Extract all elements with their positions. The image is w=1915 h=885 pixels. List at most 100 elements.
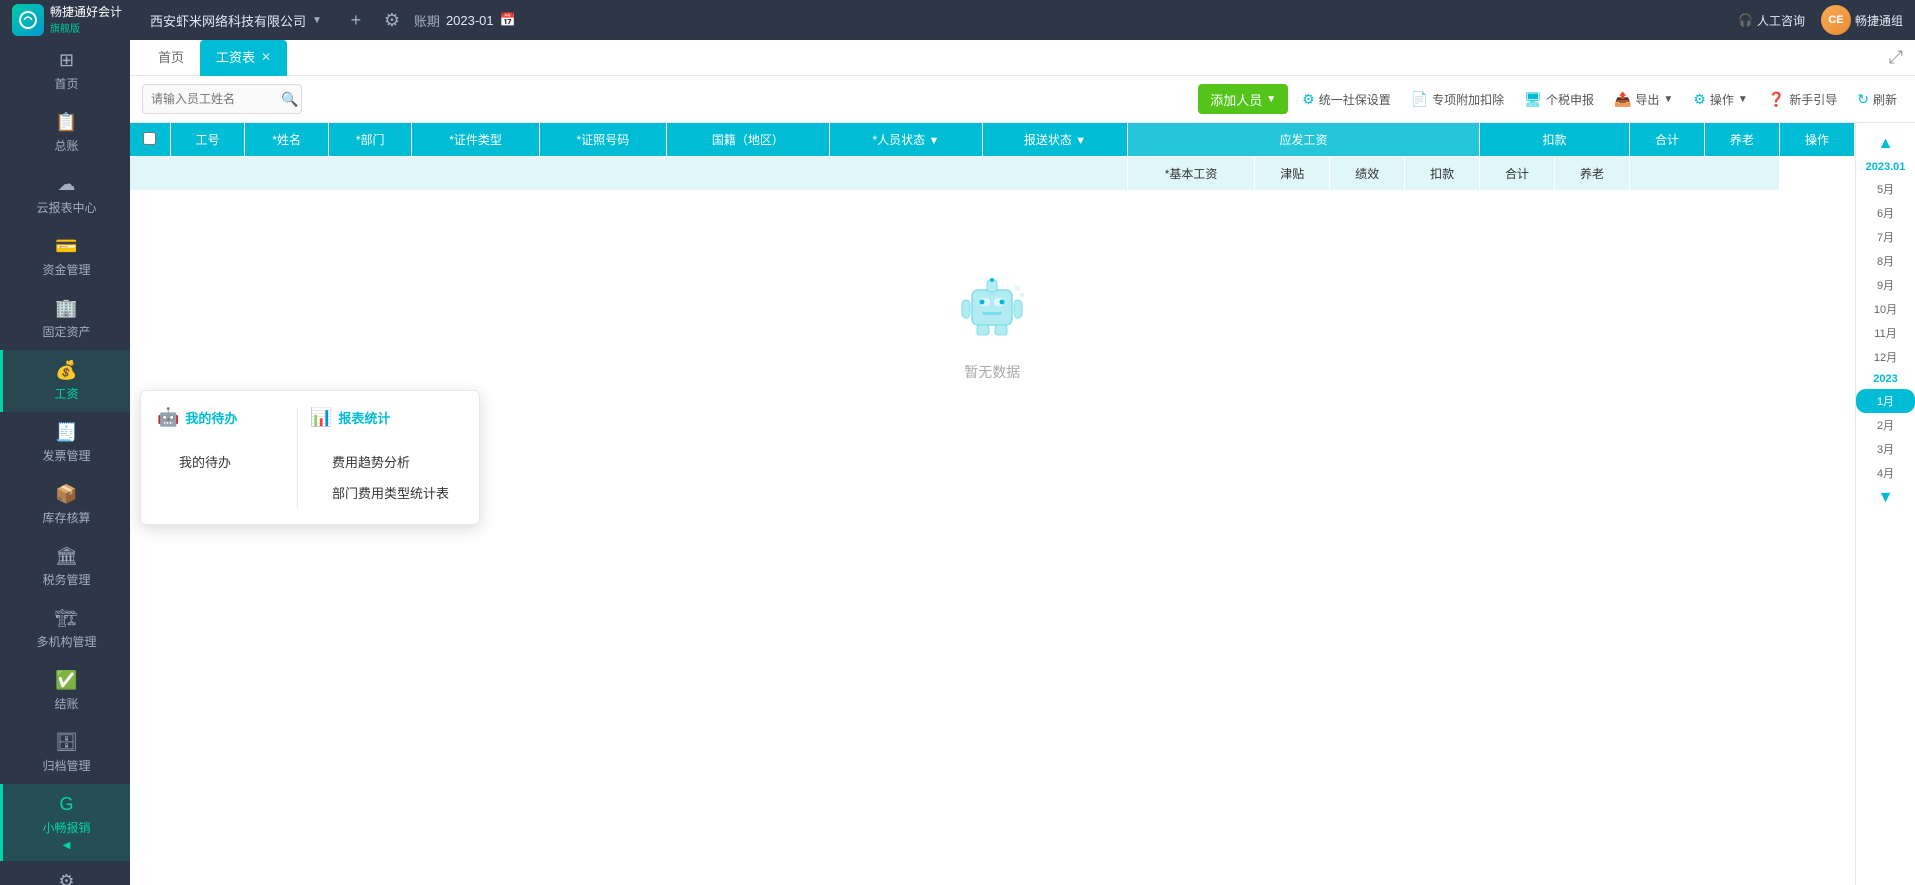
maximize-icon[interactable]: ⤢ — [1889, 47, 1903, 68]
sub-empty2 — [1629, 157, 1779, 191]
timeline-month-12[interactable]: 12月 — [1856, 345, 1915, 369]
add-person-button[interactable]: 添加人员 ▼ — [1198, 84, 1288, 114]
refresh-button[interactable]: ↻ 刷新 — [1851, 84, 1903, 114]
logo-text-block: 畅捷通好会计 旗舰版 — [50, 5, 122, 34]
sidebar-item-archive[interactable]: 🗄 归档管理 — [0, 722, 130, 784]
inventory-icon: 📦 — [55, 484, 77, 505]
sidebar-item-settle[interactable]: ✅ 结账 — [0, 660, 130, 722]
social-insurance-button[interactable]: ⚙ 统一社保设置 — [1296, 84, 1397, 114]
timeline-month-9[interactable]: 9月 — [1856, 273, 1915, 297]
user-name: 畅捷通组 — [1855, 12, 1903, 29]
timeline-month-3[interactable]: 3月 — [1856, 437, 1915, 461]
sidebar-item-multi-org[interactable]: 🏗 多机构管理 — [0, 598, 130, 660]
popup-section1-title: 🤖 我的待办 — [157, 407, 285, 434]
personal-tax-icon: 🖥 — [1524, 91, 1542, 108]
basic-icon: ⚙ — [58, 871, 74, 885]
popup-item-my-todo[interactable]: 我的待办 — [157, 446, 285, 477]
fund-icon: 💳 — [55, 236, 77, 257]
personal-tax-button[interactable]: 🖥 个税申报 — [1518, 84, 1600, 114]
special-deduct-button[interactable]: 📄 专项附加扣除 — [1405, 84, 1510, 114]
empty-text: 暂无数据 — [964, 362, 1020, 382]
timeline-month-8[interactable]: 8月 — [1856, 249, 1915, 273]
reportstatus-filter-icon[interactable]: ▼ — [1075, 135, 1086, 147]
base-salary-sub-header: *基本工资 — [1127, 157, 1254, 191]
sidebar-item-fund[interactable]: 💳 资金管理 — [0, 226, 130, 288]
dept-header: *部门 — [328, 123, 411, 157]
export-button[interactable]: 📤 导出 ▼ — [1608, 84, 1679, 114]
special-deduct-icon: 📄 — [1411, 91, 1428, 108]
company-name: 西安虾米网络科技有限公司 — [150, 11, 306, 30]
sidebar-item-asset[interactable]: 🏢 固定资产 — [0, 288, 130, 350]
ledger-icon: 📋 — [55, 112, 77, 133]
company-selector[interactable]: 西安虾米网络科技有限公司 ▼ — [142, 7, 330, 34]
operate-button[interactable]: ⚙ 操作 ▼ — [1687, 84, 1753, 114]
sidebar-label-salary: 工资 — [54, 385, 78, 402]
dropdown-arrow-icon: ▼ — [1266, 94, 1276, 105]
idtype-header: *证件类型 — [412, 123, 539, 157]
timeline-month-6[interactable]: 6月 — [1856, 201, 1915, 225]
search-input[interactable] — [151, 92, 281, 106]
avatar-initials: CE — [1828, 14, 1843, 26]
total-sub-header: 合计 — [1480, 157, 1555, 191]
operate-dropdown-icon: ▼ — [1738, 94, 1748, 105]
logo-area: 畅捷通好会计 旗舰版 — [12, 4, 142, 36]
headphone-icon: 🎧 — [1738, 13, 1753, 27]
search-icon: 🔍 — [281, 91, 298, 108]
cloud-icon: ☁ — [58, 174, 76, 195]
avatar: CE — [1821, 5, 1851, 35]
sidebar-item-inventory[interactable]: 📦 库存核算 — [0, 474, 130, 536]
select-all-checkbox[interactable] — [143, 132, 156, 145]
timeline-month-7[interactable]: 7月 — [1856, 225, 1915, 249]
timeline-month-1[interactable]: 1月 — [1856, 389, 1915, 413]
tab-home-label: 首页 — [158, 47, 184, 66]
add-button[interactable]: + — [342, 6, 370, 34]
performance-sub-header: 绩效 — [1330, 157, 1405, 191]
timeline-nav-up[interactable]: ▲ — [1874, 131, 1898, 157]
timeline-month-5[interactable]: 5月 — [1856, 177, 1915, 201]
tab-salary-label: 工资表 — [216, 47, 255, 66]
tab-close-icon[interactable]: ✕ — [261, 50, 271, 64]
sidebar-item-ledger[interactable]: 📋 总账 — [0, 102, 130, 164]
popup-item-cost-trend[interactable]: 费用趋势分析 — [310, 446, 463, 477]
sidebar-label-archive: 归档管理 — [42, 757, 90, 774]
timeline-nav-down[interactable]: ▼ — [1874, 485, 1898, 511]
calendar-icon[interactable]: 📅 — [500, 12, 516, 28]
timeline-year-2023: 2023 — [1873, 373, 1897, 385]
personal-tax-label: 个税申报 — [1546, 91, 1594, 108]
sidebar-item-invoice[interactable]: 🧾 发票管理 — [0, 412, 130, 474]
timeline-month-4[interactable]: 4月 — [1856, 461, 1915, 485]
timeline-month-11[interactable]: 11月 — [1856, 321, 1915, 345]
refresh-icon: ↻ — [1857, 91, 1869, 108]
support-button[interactable]: 🎧 人工咨询 — [1738, 12, 1805, 29]
personstatus-filter-icon[interactable]: ▼ — [928, 135, 939, 147]
sidebar-item-tax[interactable]: 🏛 税务管理 — [0, 536, 130, 598]
sidebar-label-asset: 固定资产 — [42, 323, 90, 340]
sidebar-item-xiao-chang[interactable]: G 小畅报销 ◀ — [0, 784, 130, 861]
user-profile[interactable]: CE 畅捷通组 — [1821, 5, 1903, 35]
popup-item-dept-cost[interactable]: 部门费用类型统计表 — [310, 477, 463, 508]
popup-section-reports: 📊 报表统计 费用趋势分析 部门费用类型统计表 — [310, 407, 463, 508]
timeline-month-10[interactable]: 10月 — [1856, 297, 1915, 321]
sidebar-item-cloud-report[interactable]: ☁ 云报表中心 — [0, 164, 130, 226]
export-icon: 📤 — [1614, 91, 1631, 108]
sidebar-item-salary[interactable]: 💰 工资 — [0, 350, 130, 412]
social-insurance-icon: ⚙ — [1302, 91, 1315, 108]
sidebar-label-home: 首页 — [54, 75, 78, 92]
reports-icon: 📊 — [310, 407, 332, 428]
deduct-sub-header: 扣款 — [1405, 157, 1480, 191]
pension-header: 养老 — [1704, 123, 1779, 157]
sidebar-item-home[interactable]: ⊞ 首页 — [0, 40, 130, 102]
country-header: 国籍（地区） — [667, 123, 830, 157]
sidebar-item-basic[interactable]: ⚙ 基础设置 — [0, 861, 130, 885]
timeline-month-2[interactable]: 2月 — [1856, 413, 1915, 437]
tab-salary-table[interactable]: 工资表 ✕ — [200, 40, 287, 76]
personstatus-header: *人员状态 ▼ — [829, 123, 982, 157]
deduct-group-header: 扣款 — [1480, 123, 1630, 157]
refresh-label: 刷新 — [1873, 91, 1897, 108]
pension-sub-header: 养老 — [1555, 157, 1630, 191]
settings-icon[interactable]: ⚙ — [378, 6, 406, 34]
tab-home[interactable]: 首页 — [142, 40, 200, 76]
invoice-icon: 🧾 — [55, 422, 77, 443]
logo-icon — [12, 4, 44, 36]
new-guide-button[interactable]: ❓ 新手引导 — [1762, 84, 1843, 114]
